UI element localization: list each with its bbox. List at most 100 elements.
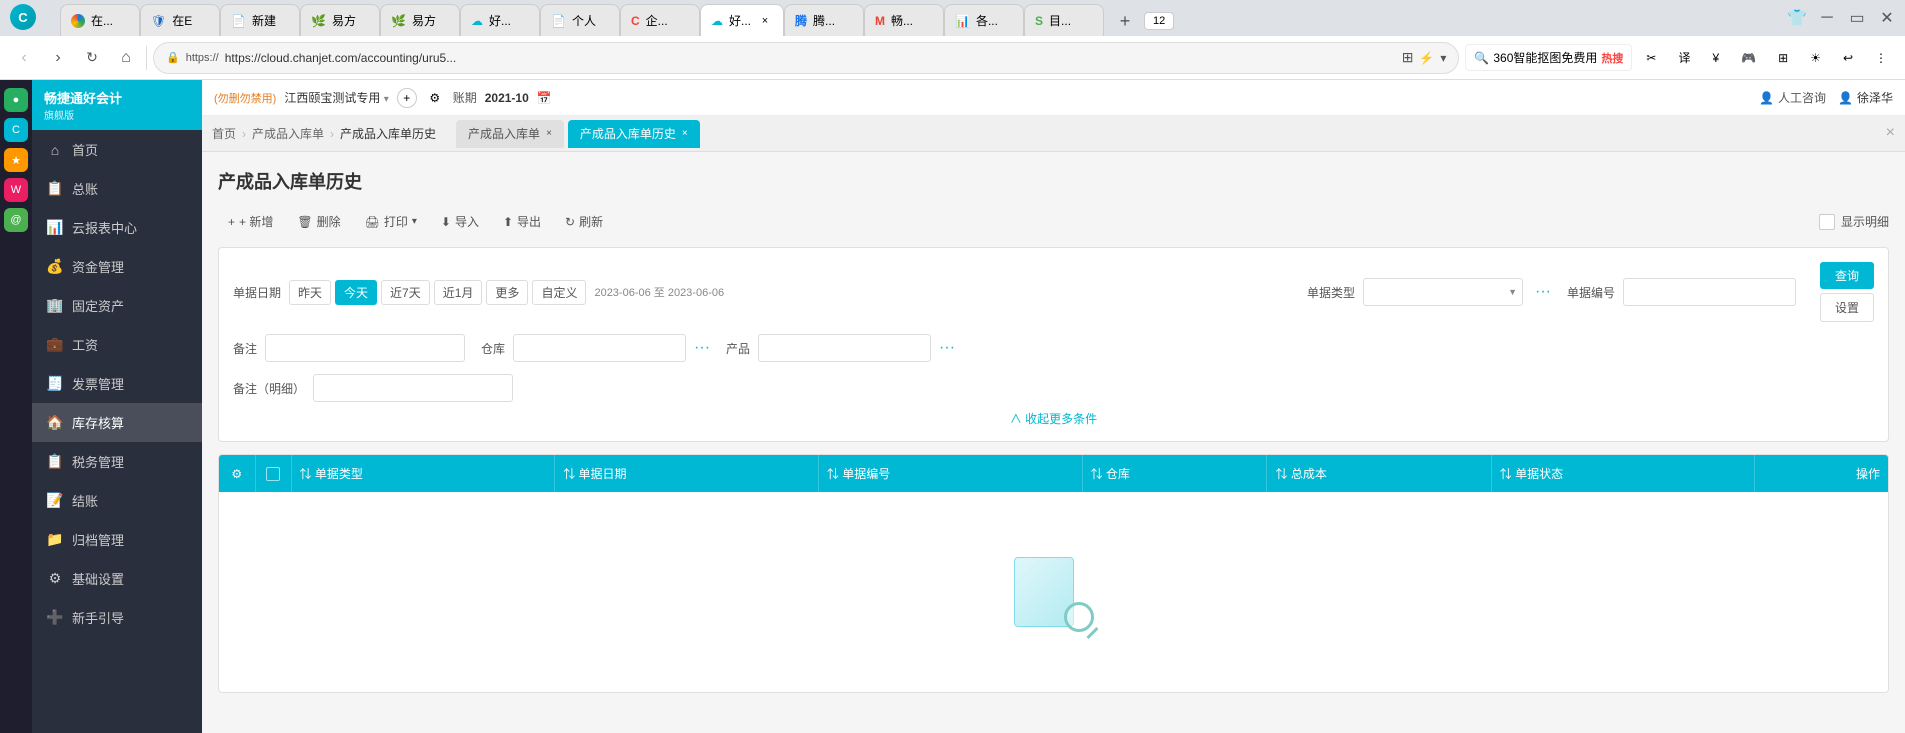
breadcrumb-home[interactable]: 首页 (212, 125, 236, 142)
page-tab-2-close[interactable]: × (682, 128, 688, 139)
product-input[interactable] (758, 334, 931, 362)
tab-9-active[interactable]: ☁ 好... × (700, 4, 784, 36)
settings-header-button[interactable]: ⚙ (425, 88, 445, 108)
collapse-bar[interactable]: ∧ 收起更多条件 (233, 402, 1874, 427)
grid-tool[interactable]: ⊞ (1770, 47, 1796, 69)
doc-type-more-icon[interactable]: ··· (1535, 283, 1551, 301)
date-btn-today[interactable]: 今天 (335, 280, 377, 305)
forward-button[interactable]: › (44, 44, 72, 72)
tab-12[interactable]: 📊 各... (944, 4, 1024, 36)
user-profile[interactable]: 👤 徐泽华 (1838, 89, 1893, 106)
date-btn-custom[interactable]: 自定义 (532, 280, 586, 305)
print-button[interactable]: 🖨 打印 ▾ (355, 208, 427, 235)
product-more-icon[interactable]: ··· (939, 339, 955, 357)
th-doc-number[interactable]: ⇅ 单据编号 (818, 455, 1082, 492)
icon-bar-item-2[interactable]: C (4, 118, 28, 142)
tab-9-close[interactable]: × (757, 13, 773, 29)
sidebar-item-inventory[interactable]: 🏠 库存核算 (32, 403, 202, 442)
tab-11[interactable]: M 畅... (864, 4, 944, 36)
sidebar-item-cloud-report[interactable]: 📊 云报表中心 (32, 208, 202, 247)
page-tab-1-close[interactable]: × (546, 128, 552, 139)
tab-7[interactable]: 📄 个人 (540, 4, 620, 36)
tab-13[interactable]: S 目... (1024, 4, 1104, 36)
set-button[interactable]: 设置 (1820, 293, 1874, 322)
remark-input[interactable] (265, 334, 465, 362)
tab-8[interactable]: C 企... (620, 4, 700, 36)
sun-tool[interactable]: ☀ (1802, 47, 1829, 69)
sidebar-item-settings[interactable]: ⚙ 基础设置 (32, 559, 202, 598)
more-tool[interactable]: ⋮ (1867, 47, 1895, 69)
user-service-button[interactable]: 👤 人工咨询 (1759, 89, 1826, 106)
tab-3[interactable]: 📄 新建 (220, 4, 300, 36)
doc-type-select[interactable] (1363, 278, 1523, 306)
import-button[interactable]: ⬇ 导入 (431, 208, 489, 235)
sidebar-item-ledger[interactable]: 📋 总账 (32, 169, 202, 208)
url-lightning-icon[interactable]: ⚡ (1419, 51, 1434, 65)
refresh-browser-button[interactable]: ↻ (78, 44, 106, 72)
icon-bar-item-3[interactable]: ★ (4, 148, 28, 172)
th-warehouse[interactable]: ⇅ 仓库 (1082, 455, 1267, 492)
url-bar[interactable]: 🔒 https:// https://cloud.chanjet.com/acc… (153, 42, 1459, 74)
currency-tool[interactable]: ¥ (1704, 47, 1727, 69)
date-btn-yesterday[interactable]: 昨天 (289, 280, 331, 305)
doc-number-input[interactable] (1623, 278, 1796, 306)
translate-tool[interactable]: 译 (1670, 45, 1698, 70)
sidebar-item-checkout[interactable]: 📝 结账 (32, 481, 202, 520)
page-tab-2[interactable]: 产成品入库单历史 × (568, 120, 700, 148)
minimize-button[interactable]: ─ (1813, 4, 1841, 32)
sidebar-item-archive[interactable]: 📁 归档管理 (32, 520, 202, 559)
company-selector[interactable]: 江西颐宝测试专用 ▾ (284, 89, 388, 106)
tab-5[interactable]: 🌿 易方 (380, 4, 460, 36)
sidebar-item-invoice[interactable]: 🧾 发票管理 (32, 364, 202, 403)
close-window-button[interactable]: ✕ (1873, 4, 1901, 32)
sidebar-item-fund[interactable]: 💰 资金管理 (32, 247, 202, 286)
search-tool-button[interactable]: 🔍 360智能抠图免费用 热搜 (1465, 44, 1632, 71)
th-doc-status[interactable]: ⇅ 单据状态 (1491, 455, 1755, 492)
date-btn-1month[interactable]: 近1月 (434, 280, 483, 305)
url-grid-icon[interactable]: ⊞ (1402, 49, 1414, 66)
show-detail-checkbox[interactable] (1819, 214, 1835, 230)
back-button[interactable]: ‹ (10, 44, 38, 72)
breadcrumb-level2[interactable]: 产成品入库单 (252, 125, 324, 142)
tab-6[interactable]: ☁ 好... (460, 4, 540, 36)
th-total-cost[interactable]: ⇅ 总成本 (1267, 455, 1491, 492)
sidebar-item-salary[interactable]: 💼 工资 (32, 325, 202, 364)
date-btn-7days[interactable]: 近7天 (381, 280, 430, 305)
th-doc-type[interactable]: ⇅ 单据类型 (291, 455, 555, 492)
panel-close-button[interactable]: × (1886, 124, 1895, 142)
tab-10[interactable]: 腾 腾... (784, 4, 864, 36)
shirt-icon[interactable]: 👕 (1783, 4, 1811, 32)
new-tab-button[interactable]: + (1112, 8, 1138, 34)
warehouse-more-icon[interactable]: ··· (694, 339, 710, 357)
date-btn-more[interactable]: 更多 (486, 280, 528, 305)
tab-2[interactable]: 🛡 在E (140, 4, 220, 36)
sidebar-item-fixed-assets[interactable]: 🏢 固定资产 (32, 286, 202, 325)
th-settings[interactable]: ⚙ (219, 455, 255, 492)
maximize-button[interactable]: ▭ (1843, 4, 1871, 32)
tab-4[interactable]: 🌿 易方 (300, 4, 380, 36)
page-tab-1[interactable]: 产成品入库单 × (456, 120, 564, 148)
game-tool[interactable]: 🎮 (1733, 47, 1764, 69)
home-button[interactable]: ⌂ (112, 44, 140, 72)
url-dropdown-icon[interactable]: ▾ (1440, 51, 1446, 65)
calendar-icon[interactable]: 📅 (537, 91, 552, 105)
tab-count-badge[interactable]: 12 (1144, 12, 1174, 30)
warehouse-input[interactable] (513, 334, 686, 362)
icon-bar-item-1[interactable]: ● (4, 88, 28, 112)
icon-bar-item-5[interactable]: @ (4, 208, 28, 232)
sidebar-item-home[interactable]: ⌂ 首页 (32, 130, 202, 169)
th-checkbox[interactable] (255, 455, 291, 492)
remark-detail-input[interactable] (313, 374, 513, 402)
scissors-tool[interactable]: ✂ (1638, 47, 1664, 69)
th-doc-date[interactable]: ⇅ 单据日期 (555, 455, 819, 492)
icon-bar-item-4[interactable]: W (4, 178, 28, 202)
query-button[interactable]: 查询 (1820, 262, 1874, 289)
add-company-button[interactable]: + (397, 88, 417, 108)
delete-button[interactable]: 🗑 删除 (287, 208, 350, 235)
refresh-button[interactable]: ↻ 刷新 (555, 208, 613, 235)
tab-1[interactable]: 在... (60, 4, 140, 36)
sidebar-item-new-bill[interactable]: ➕ 新手引导 (32, 598, 202, 637)
export-button[interactable]: ⬆ 导出 (493, 208, 551, 235)
new-button[interactable]: + + 新增 (218, 208, 283, 235)
undo-tool[interactable]: ↩ (1835, 47, 1861, 69)
